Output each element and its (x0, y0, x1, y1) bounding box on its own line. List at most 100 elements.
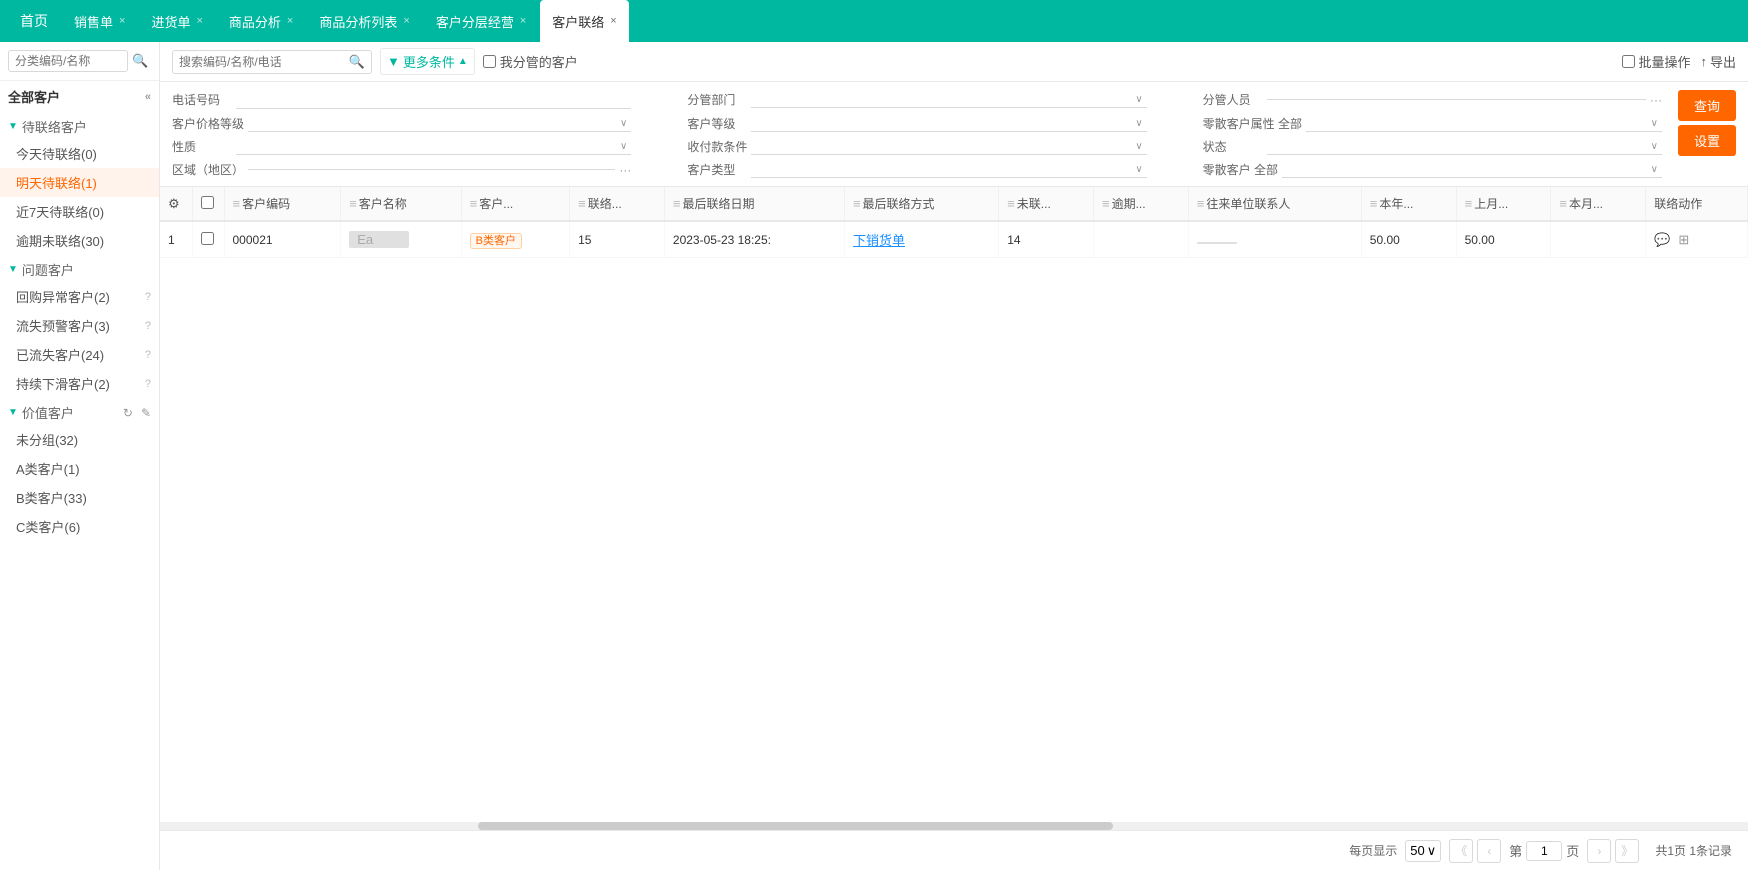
sidebar-item-abnormal-repurchase[interactable]: 回购异常客户(2) ? (0, 282, 159, 311)
select-all-checkbox[interactable] (201, 196, 214, 209)
sidebar-item-7day-contact[interactable]: 近7天待联络(0) (0, 197, 159, 226)
cust-type-chevron-icon: ∨ (1135, 164, 1142, 175)
sidebar-item-c-class[interactable]: C类客户(6) (0, 512, 159, 541)
row-contacts: 15 (570, 221, 665, 258)
sidebar-search-icon[interactable]: 🔍 (132, 53, 148, 69)
next-page-button[interactable]: › (1587, 839, 1611, 863)
more-conditions-button[interactable]: ▼ 更多条件 ▲ (380, 48, 475, 75)
row-select-checkbox[interactable] (201, 232, 214, 245)
nav-home[interactable]: 首页 (8, 0, 60, 42)
sort-last-month-icon: ≡ (1465, 196, 1473, 211)
nature-chevron-icon: ∨ (620, 141, 627, 152)
customer-table: ⚙ ≡客户编码 ≡客户名称 ≡客户... (160, 187, 1748, 258)
toolbar-right: 批量操作 ↑ 导出 (1622, 52, 1736, 71)
close-sales-icon[interactable]: × (119, 15, 125, 27)
region-ellipsis[interactable]: ··· (619, 163, 631, 177)
cust-level-select[interactable]: ∨ (751, 116, 1146, 132)
action-grid-icon[interactable]: ⊞ (1678, 232, 1689, 248)
toolbar-search-box: 🔍 (172, 50, 372, 74)
person-ellipsis[interactable]: ··· (1650, 93, 1662, 107)
page-info: 第 页 (1509, 841, 1579, 861)
sidebar-item-tomorrow-contact[interactable]: 明天待联络(1) (0, 168, 159, 197)
prev-page-button[interactable]: ‹ (1477, 839, 1501, 863)
h-scrollbar-thumb[interactable] (478, 822, 1113, 830)
close-customer-contact-icon[interactable]: × (610, 15, 616, 27)
last-page-button[interactable]: 》 (1615, 839, 1639, 863)
sort-uncontacted-icon: ≡ (1007, 196, 1015, 211)
expand-triangle-problem-icon: ▼ (8, 264, 18, 275)
toolbar-search-input[interactable] (179, 55, 349, 69)
sidebar-item-declining[interactable]: 持续下滑客户(2) ? (0, 369, 159, 398)
sidebar-item-today-contact[interactable]: 今天待联络(0) (0, 139, 159, 168)
page-number-input[interactable] (1526, 841, 1562, 861)
row-last-date: 2023-05-23 18:25: (664, 221, 844, 258)
price-tier-select[interactable]: ∨ (248, 116, 631, 132)
status-select[interactable]: ∨ (1267, 139, 1662, 155)
my-customers-check[interactable] (483, 55, 496, 68)
nav-customer-contact[interactable]: 客户联络 × (540, 0, 628, 42)
close-customer-tier-icon[interactable]: × (520, 15, 526, 27)
h-scrollbar (160, 822, 1748, 830)
total-info: 共1页 1条记录 (1655, 842, 1732, 859)
sort-code-icon: ≡ (233, 196, 241, 211)
nav-product-list[interactable]: 商品分析列表 × (307, 0, 421, 42)
help-icon-2: ? (145, 349, 151, 361)
col-last-date: ≡最后联络日期 (664, 187, 844, 221)
action-icons: 💬 ⊞ (1654, 232, 1739, 248)
query-button[interactable]: 查询 (1678, 90, 1736, 121)
row-no: 1 (160, 221, 192, 258)
customer-name-masked: Ea (349, 231, 409, 248)
batch-op-button[interactable]: 批量操作 (1622, 52, 1690, 71)
cust-type-select[interactable]: ∨ (751, 162, 1146, 178)
payment-select[interactable]: ∨ (751, 139, 1146, 155)
price-tier-chevron-icon: ∨ (620, 118, 627, 129)
close-product-analysis-icon[interactable]: × (287, 15, 293, 27)
retail-cust-select[interactable]: ∨ (1282, 162, 1662, 178)
filter-person: 分管人员 ··· (1203, 91, 1662, 108)
dept-chevron-icon: ∨ (1135, 94, 1142, 105)
last-method-link[interactable]: 下销货单 (853, 233, 905, 248)
sidebar-item-churn-warning[interactable]: 流失预警客户(3) ? (0, 311, 159, 340)
sidebar-item-overdue-contact[interactable]: 逾期未联络(30) (0, 226, 159, 255)
nav-product-analysis[interactable]: 商品分析 × (217, 0, 305, 42)
first-page-button[interactable]: 《 (1449, 839, 1473, 863)
edit-value-icon[interactable]: ✎ (141, 406, 151, 420)
per-page-select[interactable]: 50 ∨ (1405, 840, 1441, 862)
retail-cust-chevron-icon: ∨ (1651, 164, 1658, 175)
nav-purchase[interactable]: 进货单 × (139, 0, 214, 42)
sidebar-item-a-class[interactable]: A类客户(1) (0, 454, 159, 483)
filter-region: 区域（地区） ··· (172, 161, 631, 178)
toolbar-search-icon[interactable]: 🔍 (349, 54, 365, 70)
my-customers-checkbox[interactable]: 我分管的客户 (483, 52, 578, 71)
nav-customer-tier[interactable]: 客户分层经营 × (424, 0, 538, 42)
sidebar-item-churned[interactable]: 已流失客户(24) ? (0, 340, 159, 369)
col-type: ≡客户... (461, 187, 569, 221)
payment-chevron-icon: ∨ (1135, 141, 1142, 152)
close-purchase-icon[interactable]: × (196, 15, 202, 27)
filter-phone: 电话号码 (172, 90, 631, 109)
retail-attr-select[interactable]: ∨ (1306, 116, 1662, 132)
main-layout: 🔍 全部客户 « ▼ 待联络客户 今天待联络(0) 明天待联络(1) 近7天待联… (0, 42, 1748, 870)
help-icon-0: ? (145, 291, 151, 303)
row-name: Ea (341, 221, 461, 258)
phone-input[interactable] (236, 90, 631, 109)
sidebar-search-input[interactable] (8, 50, 128, 72)
sidebar-item-ungrouped[interactable]: 未分组(32) (0, 425, 159, 454)
nav-sales[interactable]: 销售单 × (62, 0, 137, 42)
settings-button[interactable]: 设置 (1678, 125, 1736, 156)
nature-select[interactable]: ∨ (236, 139, 631, 155)
all-customers-header[interactable]: 全部客户 « (0, 81, 159, 112)
col-checkbox (192, 187, 224, 221)
close-product-list-icon[interactable]: × (403, 15, 409, 27)
cust-type-label: 客户类型 (687, 161, 747, 178)
dept-select[interactable]: ∨ (751, 92, 1146, 108)
batch-op-check[interactable] (1622, 55, 1635, 68)
action-chat-icon[interactable]: 💬 (1654, 232, 1670, 248)
filter-retail-cust: 零散客户 全部 ∨ (1203, 161, 1662, 178)
toolbar: 🔍 ▼ 更多条件 ▲ 我分管的客户 批量操作 ↑ 导出 (160, 42, 1748, 82)
problem-group: ▼ 问题客户 (0, 255, 159, 282)
settings-col-icon[interactable]: ⚙ (168, 196, 180, 211)
sidebar-item-b-class[interactable]: B类客户(33) (0, 483, 159, 512)
export-button[interactable]: ↑ 导出 (1700, 52, 1736, 71)
refresh-icon[interactable]: ↻ (123, 406, 133, 420)
